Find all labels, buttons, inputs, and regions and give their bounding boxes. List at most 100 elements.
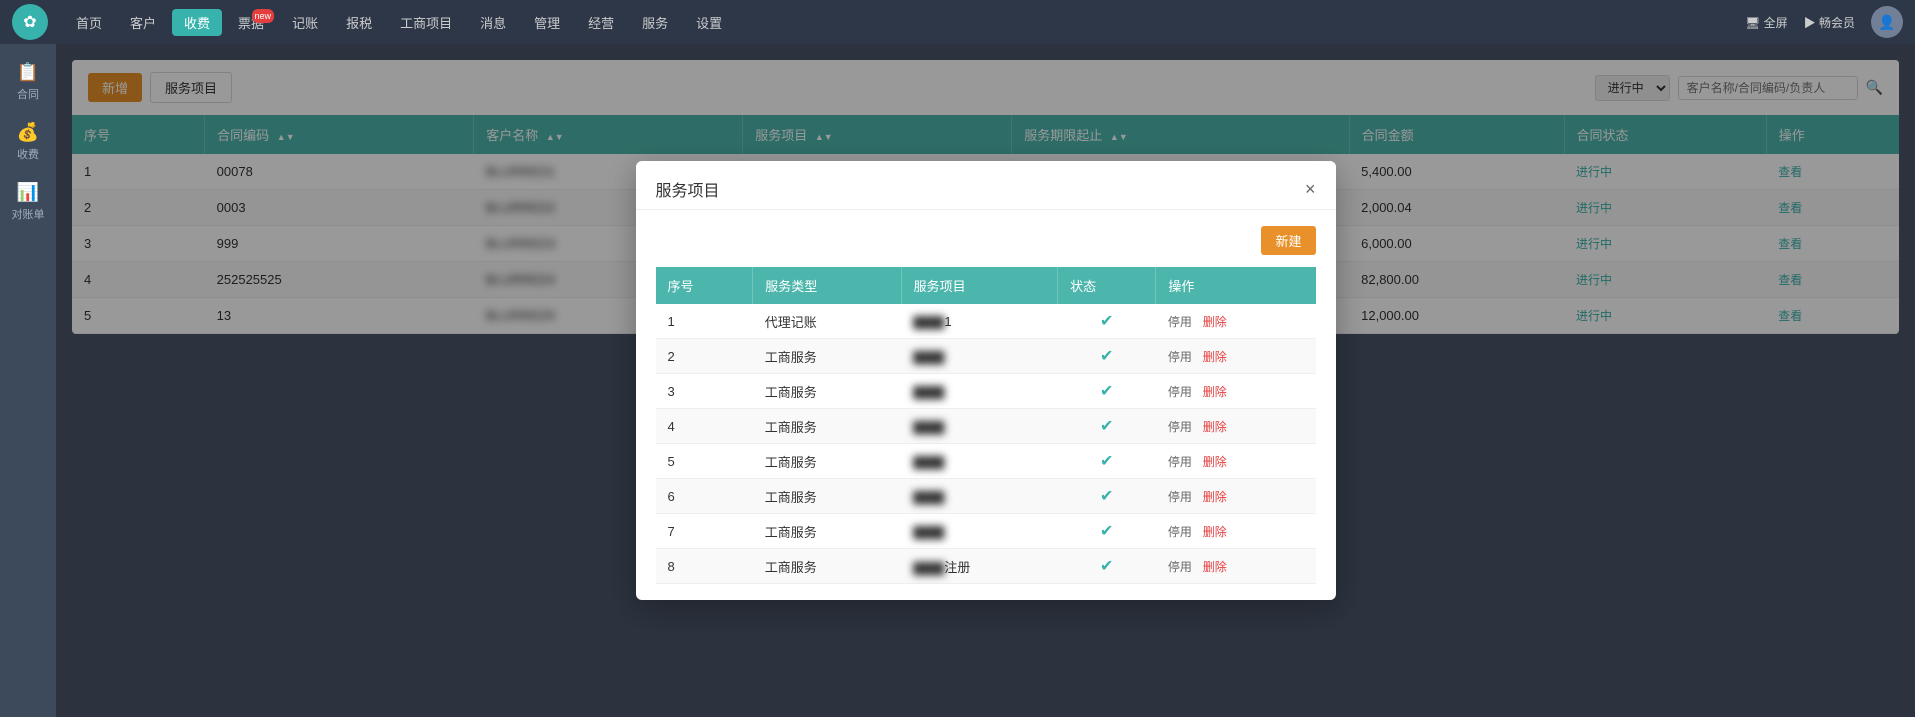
modal-table-body: 1 代理记账 ████1 ✔ 停用 删除 2 工商服务 ████ ✔ 停用 删除…: [656, 304, 1316, 584]
modal-table-head: 序号 服务类型 服务项目 状态 操作: [656, 267, 1316, 304]
modal-cell-status: ✔: [1058, 514, 1156, 549]
modal-cell-index: 1: [656, 304, 753, 339]
user-avatar[interactable]: 👤: [1871, 6, 1903, 38]
delete-button[interactable]: 删除: [1203, 315, 1227, 329]
sidebar-label: 合同: [17, 86, 39, 102]
status-check-icon: ✔: [1100, 523, 1113, 540]
modal-cell-project: ████: [901, 374, 1057, 409]
modal-body: 新建 序号 服务类型 服务项目 状态 操作: [636, 210, 1336, 600]
modal-cell-project: ████: [901, 339, 1057, 374]
modal-cell-action: 停用 删除: [1156, 549, 1316, 584]
disable-button[interactable]: 停用: [1168, 385, 1192, 399]
nav-item-经营[interactable]: 经营: [576, 9, 626, 36]
member-btn[interactable]: ▶ 畅会员: [1804, 14, 1855, 31]
modal-cell-action: 停用 删除: [1156, 479, 1316, 514]
delete-button[interactable]: 删除: [1203, 385, 1227, 399]
modal-cell-action: 停用 删除: [1156, 374, 1316, 409]
service-items-modal: 服务项目 × 新建 序号 服务类型 服务项目 状态 操作: [636, 161, 1336, 600]
modal-new-button[interactable]: 新建: [1261, 226, 1315, 255]
nav-item-收费[interactable]: 收费: [172, 9, 222, 36]
disable-button[interactable]: 停用: [1168, 315, 1192, 329]
modal-table-row: 4 工商服务 ████ ✔ 停用 删除: [656, 409, 1316, 444]
delete-button[interactable]: 删除: [1203, 490, 1227, 504]
modal-cell-project: ████: [901, 409, 1057, 444]
modal-cell-type: 工商服务: [753, 339, 901, 374]
modal-cell-index: 6: [656, 479, 753, 514]
nav-item-工商项目[interactable]: 工商项目: [388, 9, 464, 36]
modal-table-wrap[interactable]: 序号 服务类型 服务项目 状态 操作 1 代理记账 ████1 ✔ 停用 删除: [656, 267, 1316, 584]
modal-cell-index: 2: [656, 339, 753, 374]
modal-cell-action: 停用 删除: [1156, 514, 1316, 549]
nav-item-记账[interactable]: 记账: [280, 9, 330, 36]
modal-cell-action: 停用 删除: [1156, 339, 1316, 374]
delete-button[interactable]: 删除: [1203, 525, 1227, 539]
modal-col-type: 服务类型: [753, 267, 901, 304]
modal-cell-index: 5: [656, 444, 753, 479]
sidebar-icon: 📋: [17, 62, 39, 83]
delete-button[interactable]: 删除: [1203, 455, 1227, 469]
modal-close-button[interactable]: ×: [1305, 179, 1316, 200]
modal-cell-status: ✔: [1058, 409, 1156, 444]
nav-items: 首页客户收费票据new记账报税工商项目消息管理经营服务设置: [64, 9, 1745, 36]
nav-item-报税[interactable]: 报税: [334, 9, 384, 36]
modal-cell-status: ✔: [1058, 444, 1156, 479]
nav-item-服务[interactable]: 服务: [630, 9, 680, 36]
modal-cell-type: 工商服务: [753, 409, 901, 444]
disable-button[interactable]: 停用: [1168, 420, 1192, 434]
modal-cell-index: 8: [656, 549, 753, 584]
app-logo: ✿: [12, 4, 48, 40]
status-check-icon: ✔: [1100, 313, 1113, 330]
disable-button[interactable]: 停用: [1168, 455, 1192, 469]
nav-item-设置[interactable]: 设置: [684, 9, 734, 36]
modal-table-row: 2 工商服务 ████ ✔ 停用 删除: [656, 339, 1316, 374]
modal-table-row: 1 代理记账 ████1 ✔ 停用 删除: [656, 304, 1316, 339]
fullscreen-btn[interactable]: 🖥 全屏: [1745, 14, 1788, 31]
sidebar-item-收费[interactable]: 💰收费: [0, 112, 56, 172]
modal-cell-action: 停用 删除: [1156, 444, 1316, 479]
modal-cell-type: 工商服务: [753, 514, 901, 549]
modal-cell-index: 7: [656, 514, 753, 549]
modal-cell-index: 3: [656, 374, 753, 409]
modal-cell-index: 4: [656, 409, 753, 444]
modal-header: 服务项目 ×: [636, 161, 1336, 210]
status-check-icon: ✔: [1100, 488, 1113, 505]
delete-button[interactable]: 删除: [1203, 420, 1227, 434]
disable-button[interactable]: 停用: [1168, 490, 1192, 504]
nav-item-首页[interactable]: 首页: [64, 9, 114, 36]
modal-cell-project: ████注册: [901, 549, 1057, 584]
modal-cell-status: ✔: [1058, 339, 1156, 374]
modal-table-row: 5 工商服务 ████ ✔ 停用 删除: [656, 444, 1316, 479]
sidebar-item-合同[interactable]: 📋 合同: [0, 52, 56, 112]
modal-cell-type: 工商服务: [753, 549, 901, 584]
modal-cell-action: 停用 删除: [1156, 304, 1316, 339]
status-check-icon: ✔: [1100, 418, 1113, 435]
nav-item-客户[interactable]: 客户: [118, 9, 168, 36]
disable-button[interactable]: 停用: [1168, 560, 1192, 574]
modal-col-index: 序号: [656, 267, 753, 304]
modal-cell-status: ✔: [1058, 479, 1156, 514]
modal-cell-type: 工商服务: [753, 374, 901, 409]
delete-button[interactable]: 删除: [1203, 560, 1227, 574]
modal-cell-status: ✔: [1058, 549, 1156, 584]
status-check-icon: ✔: [1100, 453, 1113, 470]
nav-item-票据[interactable]: 票据new: [226, 9, 276, 36]
disable-button[interactable]: 停用: [1168, 350, 1192, 364]
modal-cell-action: 停用 删除: [1156, 409, 1316, 444]
modal-table-row: 8 工商服务 ████注册 ✔ 停用 删除: [656, 549, 1316, 584]
modal-table-row: 3 工商服务 ████ ✔ 停用 删除: [656, 374, 1316, 409]
modal-title: 服务项目: [656, 177, 720, 201]
disable-button[interactable]: 停用: [1168, 525, 1192, 539]
modal-table-row: 6 工商服务 ████ ✔ 停用 删除: [656, 479, 1316, 514]
nav-item-消息[interactable]: 消息: [468, 9, 518, 36]
status-check-icon: ✔: [1100, 558, 1113, 575]
modal-col-action: 操作: [1156, 267, 1316, 304]
status-check-icon: ✔: [1100, 383, 1113, 400]
sidebar-icon: 💰: [17, 122, 39, 143]
delete-button[interactable]: 删除: [1203, 350, 1227, 364]
modal-table-row: 7 工商服务 ████ ✔ 停用 删除: [656, 514, 1316, 549]
status-check-icon: ✔: [1100, 348, 1113, 365]
sidebar-item-对账单[interactable]: 📊对账单: [0, 172, 56, 232]
modal-cell-status: ✔: [1058, 304, 1156, 339]
modal-overlay: 服务项目 × 新建 序号 服务类型 服务项目 状态 操作: [56, 44, 1915, 717]
nav-item-管理[interactable]: 管理: [522, 9, 572, 36]
